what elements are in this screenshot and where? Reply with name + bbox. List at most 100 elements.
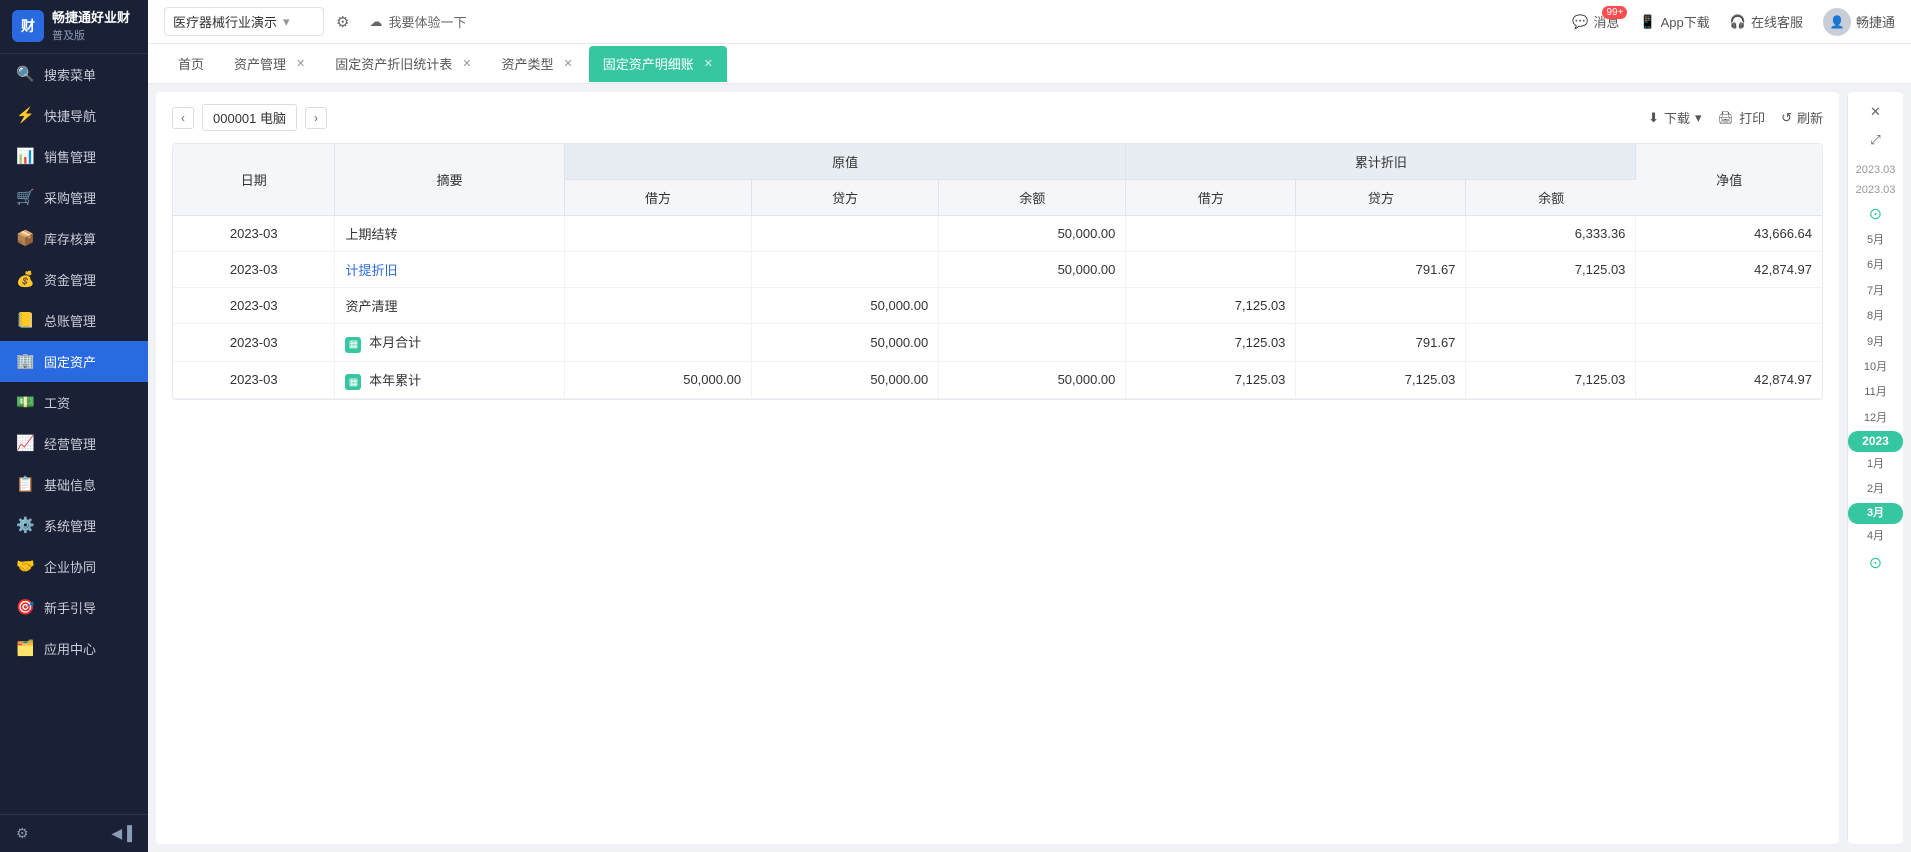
cell-acc-credit bbox=[1296, 216, 1466, 252]
sidebar-item-search[interactable]: 🔍 搜索菜单 bbox=[0, 54, 148, 95]
gear-icon: ⚙️ bbox=[16, 516, 34, 534]
timeline-arrow-down[interactable]: ⊙ bbox=[1869, 553, 1882, 573]
sidebar-footer: ⚙ ◀▐ bbox=[0, 814, 148, 852]
th-acc-balance: 余额 bbox=[1466, 180, 1636, 216]
tab-close-icon[interactable]: ✕ bbox=[296, 57, 305, 70]
cell-acc-debit bbox=[1126, 252, 1296, 288]
cell-acc-debit: 7,125.03 bbox=[1126, 288, 1296, 324]
th-date: 日期 bbox=[173, 144, 335, 216]
timeline-month-4[interactable]: 4月 bbox=[1848, 524, 1903, 549]
timeline-month-8[interactable]: 8月 bbox=[1848, 304, 1903, 329]
asset-code-label: 000001 电脑 bbox=[202, 104, 297, 131]
cell-acc-credit bbox=[1296, 288, 1466, 324]
sidebar-item-purchase[interactable]: 🛒 采购管理 bbox=[0, 177, 148, 218]
print-button[interactable]: 🖨 打印 bbox=[1718, 108, 1766, 127]
sidebar-item-payroll[interactable]: 💵 工资 bbox=[0, 382, 148, 423]
timeline-month-9[interactable]: 9月 bbox=[1848, 330, 1903, 355]
sidebar-item-inventory[interactable]: 📦 库存核算 bbox=[0, 218, 148, 259]
support-button[interactable]: 🎧 在线客服 bbox=[1730, 12, 1803, 31]
info-icon: 📋 bbox=[16, 475, 34, 493]
download-button[interactable]: ⬇ 下载 ▾ bbox=[1648, 108, 1701, 127]
refresh-label: 刷新 bbox=[1797, 108, 1823, 127]
tab-close-icon[interactable]: ✕ bbox=[704, 57, 713, 70]
experience-label: 我要体验一下 bbox=[388, 12, 466, 31]
cell-acc-balance: 7,125.03 bbox=[1466, 252, 1636, 288]
tab-assets[interactable]: 资产管理 ✕ bbox=[220, 46, 319, 82]
tab-home-label: 首页 bbox=[178, 54, 204, 73]
tab-asset-detail[interactable]: 固定资产明细账 ✕ bbox=[589, 46, 727, 82]
sidebar-item-ledger[interactable]: 📒 总账管理 bbox=[0, 300, 148, 341]
target-icon: 🎯 bbox=[16, 598, 34, 616]
cell-orig-balance: 50,000.00 bbox=[939, 252, 1126, 288]
cell-orig-balance: 50,000.00 bbox=[939, 216, 1126, 252]
tab-assets-label: 资产管理 bbox=[234, 54, 286, 73]
cell-orig-credit: 50,000.00 bbox=[752, 361, 939, 399]
tab-depreciation-label: 固定资产折旧统计表 bbox=[335, 54, 452, 73]
sidebar-item-label: 应用中心 bbox=[44, 639, 96, 658]
tab-close-icon[interactable]: ✕ bbox=[462, 57, 471, 70]
sidebar-item-newbie[interactable]: 🎯 新手引导 bbox=[0, 587, 148, 628]
main-area: 医疗器械行业演示 ▾ ⚙ ☁ 我要体验一下 💬 消息 99+ 📱 App下载 🎧… bbox=[148, 0, 1911, 852]
tab-depreciation-stats[interactable]: 固定资产折旧统计表 ✕ bbox=[321, 46, 485, 82]
cell-net-value: 43,666.64 bbox=[1636, 216, 1822, 252]
timeline-panel: ✕ ⤢ 2023.03 2023.03 ⊙ 5月 6月 7月 8月 9月 10月… bbox=[1847, 92, 1903, 844]
sidebar-item-label: 库存核算 bbox=[44, 229, 96, 248]
app-download-button[interactable]: 📱 App下载 bbox=[1639, 12, 1709, 31]
user-menu[interactable]: 👤 畅捷通 bbox=[1823, 8, 1895, 36]
book-icon: 📒 bbox=[16, 311, 34, 329]
messages-button[interactable]: 💬 消息 99+ bbox=[1572, 12, 1619, 31]
toolbar-right: ⬇ 下载 ▾ 🖨 打印 ↺ 刷新 bbox=[1648, 108, 1823, 127]
sidebar-item-label: 固定资产 bbox=[44, 352, 96, 371]
experience-button[interactable]: ☁ 我要体验一下 bbox=[369, 12, 466, 31]
sidebar-item-finance[interactable]: 💰 资金管理 bbox=[0, 259, 148, 300]
tab-asset-type[interactable]: 资产类型 ✕ bbox=[487, 46, 586, 82]
sidebar-item-enterprise[interactable]: 🤝 企业协同 bbox=[0, 546, 148, 587]
timeline-expand-button[interactable]: ⤢ bbox=[1864, 128, 1888, 152]
cell-orig-debit: 50,000.00 bbox=[564, 361, 751, 399]
sidebar-item-sales[interactable]: 📊 销售管理 bbox=[0, 136, 148, 177]
sidebar-item-label: 企业协同 bbox=[44, 557, 96, 576]
timeline-month-2[interactable]: 2月 bbox=[1848, 477, 1903, 502]
refresh-button[interactable]: ↺ 刷新 bbox=[1781, 108, 1823, 127]
sidebar-item-fixed-assets[interactable]: 🏢 固定资产 bbox=[0, 341, 148, 382]
prev-asset-button[interactable]: ‹ bbox=[172, 107, 194, 129]
sidebar-item-system[interactable]: ⚙️ 系统管理 bbox=[0, 505, 148, 546]
sidebar-item-quick-nav[interactable]: ⚡ 快捷导航 bbox=[0, 95, 148, 136]
timeline-month-10[interactable]: 10月 bbox=[1848, 355, 1903, 380]
timeline-month-3[interactable]: 3月 bbox=[1848, 503, 1903, 524]
sidebar-item-app-center[interactable]: 🗂️ 应用中心 bbox=[0, 628, 148, 669]
timeline-month-1[interactable]: 1月 bbox=[1848, 452, 1903, 477]
collapse-icon[interactable]: ◀▐ bbox=[111, 825, 132, 842]
timeline-month-6[interactable]: 6月 bbox=[1848, 253, 1903, 278]
next-asset-button[interactable]: › bbox=[305, 107, 327, 129]
timeline-month-5[interactable]: 5月 bbox=[1848, 228, 1903, 253]
th-orig-debit: 借方 bbox=[564, 180, 751, 216]
settings-gear-icon[interactable]: ⚙ bbox=[336, 13, 349, 31]
tab-close-icon[interactable]: ✕ bbox=[564, 57, 573, 70]
timeline-close-button[interactable]: ✕ bbox=[1864, 100, 1888, 124]
download-icon: ⬇ bbox=[1648, 110, 1659, 126]
sidebar-item-basic-info[interactable]: 📋 基础信息 bbox=[0, 464, 148, 505]
cell-orig-balance bbox=[939, 324, 1126, 362]
timeline-month-7[interactable]: 7月 bbox=[1848, 279, 1903, 304]
sidebar-item-operations[interactable]: 📈 经营管理 bbox=[0, 423, 148, 464]
cell-orig-debit bbox=[564, 324, 751, 362]
timeline-year-2023[interactable]: 2023 bbox=[1848, 431, 1903, 452]
table-row: 2023-03 ▦ 本年累计 50,000.00 50,000.00 50,00… bbox=[173, 361, 1822, 399]
print-icon: 🖨 bbox=[1718, 110, 1735, 126]
company-selector[interactable]: 医疗器械行业演示 ▾ bbox=[164, 7, 324, 36]
tab-home[interactable]: 首页 bbox=[164, 46, 218, 82]
table-row: 2023-03 资产清理 50,000.00 7,125.03 bbox=[173, 288, 1822, 324]
sidebar-item-label: 搜索菜单 bbox=[44, 65, 96, 84]
timeline-arrow-up[interactable]: ⊙ bbox=[1869, 204, 1882, 224]
cell-summary: 计提折旧 bbox=[335, 252, 564, 288]
settings-icon[interactable]: ⚙ bbox=[16, 825, 29, 842]
sidebar-item-label: 系统管理 bbox=[44, 516, 96, 535]
timeline-month-11[interactable]: 11月 bbox=[1848, 380, 1903, 405]
cloud-icon: ☁ bbox=[369, 14, 382, 30]
cell-net-value: 42,874.97 bbox=[1636, 252, 1822, 288]
cell-orig-credit bbox=[752, 252, 939, 288]
timeline-month-12[interactable]: 12月 bbox=[1848, 406, 1903, 431]
cell-date: 2023-03 bbox=[173, 288, 335, 324]
download-label: 下载 bbox=[1664, 108, 1690, 127]
